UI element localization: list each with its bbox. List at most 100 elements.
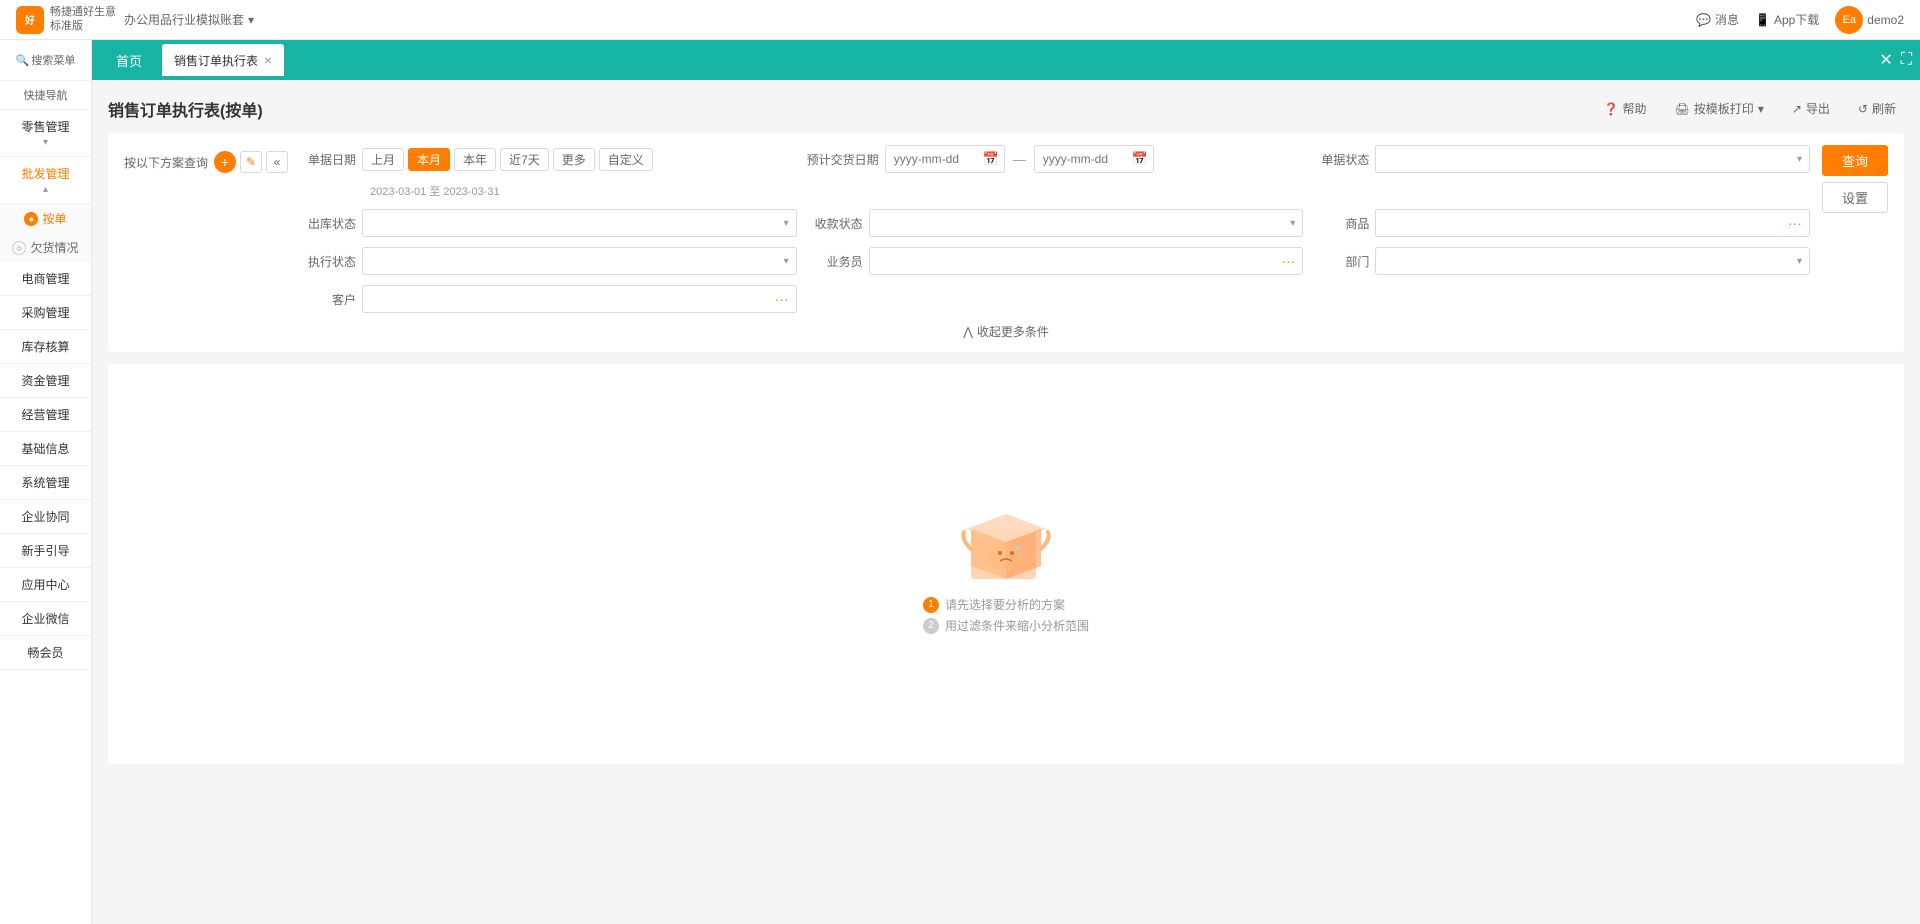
start-date-wrapper: 📅: [885, 145, 1005, 173]
empty-steps: 1 请先选择要分析的方案 2 用过滤条件来缩小分析范围: [923, 596, 1089, 634]
tab-close-icon[interactable]: ×: [264, 53, 272, 67]
refresh-btn[interactable]: ↺ 刷新: [1850, 96, 1904, 121]
date-btn-7days[interactable]: 近7天: [500, 148, 549, 171]
filter-goods: 商品 ···: [1313, 209, 1810, 237]
debt-icon: ○: [12, 241, 26, 255]
customer-input[interactable]: [362, 285, 797, 313]
sidebar-search[interactable]: 🔍 搜索菜单: [0, 40, 91, 81]
collapse-more-btn[interactable]: ⋀ 收起更多条件: [963, 323, 1049, 340]
execution-select[interactable]: [362, 247, 797, 275]
date-options: 上月 本月 本年 近7天 更多 自定义: [362, 148, 797, 171]
industry-selector[interactable]: 办公用品行业模拟账套 ▾: [124, 11, 254, 28]
tab-bar-right: ✕ ⛶: [1879, 50, 1912, 70]
data-area: 1 请先选择要分析的方案 2 用过滤条件来缩小分析范围: [108, 364, 1904, 764]
payment-select[interactable]: [869, 209, 1304, 237]
logo-text: 畅捷通好生意 标准版: [50, 6, 116, 32]
calendar-icon-2[interactable]: 📅: [1132, 151, 1148, 167]
export-btn[interactable]: ↗ 导出: [1784, 96, 1838, 121]
tab-home[interactable]: 首页: [100, 40, 158, 80]
filter-salesperson: 业务员 ···: [807, 247, 1304, 275]
filter-payment-status: 收款状态 ▾: [807, 209, 1304, 237]
customer-input-wrapper: ···: [362, 285, 797, 313]
logo-area: 好 畅捷通好生意 标准版: [16, 6, 116, 34]
collapse-sidebar-btn[interactable]: «: [266, 151, 288, 173]
filter-date-item: 单据日期 上月 本月 本年 近7天 更多 自定义: [300, 148, 797, 171]
date-btn-custom[interactable]: 自定义: [599, 148, 653, 171]
sidebar-item-enterprise[interactable]: 企业协同: [0, 500, 91, 534]
settings-button[interactable]: 设置: [1822, 182, 1888, 213]
messages-btn[interactable]: 💬 消息: [1696, 11, 1739, 28]
app-download-btn[interactable]: 📱 App下载: [1755, 11, 1819, 28]
sidebar-item-operations[interactable]: 经营管理: [0, 398, 91, 432]
shipment-select-wrapper: ▾: [362, 209, 797, 237]
sidebar-item-newuser[interactable]: 新手引导: [0, 534, 91, 568]
tab-bar: 首页 销售订单执行表 × ✕ ⛶: [92, 40, 1920, 80]
help-btn[interactable]: ❓ 帮助: [1596, 96, 1655, 121]
sidebar-item-system[interactable]: 系统管理: [0, 466, 91, 500]
sidebar-item-basic[interactable]: 基础信息: [0, 432, 91, 466]
add-scheme-btn[interactable]: +: [214, 151, 236, 173]
edit-scheme-btn[interactable]: ✎: [240, 151, 262, 173]
shipment-select[interactable]: [362, 209, 797, 237]
press-order-icon: ●: [24, 212, 38, 226]
date-btn-last-month[interactable]: 上月: [362, 148, 404, 171]
sidebar-sub-item-press-order[interactable]: ● 按单: [0, 204, 91, 233]
chevron-down-icon: ▾: [248, 13, 254, 27]
query-button[interactable]: 查询: [1822, 145, 1888, 176]
refresh-icon: ↺: [1858, 102, 1868, 116]
top-bar: 好 畅捷通好生意 标准版 办公用品行业模拟账套 ▾ 💬 消息 📱 App下载 E…: [0, 0, 1920, 40]
sidebar-sub-item-debt[interactable]: ○ 欠货情况: [0, 233, 91, 262]
empty-step-1: 1 请先选择要分析的方案: [923, 596, 1089, 613]
top-bar-right: 💬 消息 📱 App下载 Ea demo2: [1696, 6, 1904, 34]
filter-execution-status: 执行状态 ▾: [300, 247, 797, 275]
sidebar-sub-items: ● 按单 ○ 欠货情况: [0, 204, 91, 262]
goods-input-wrapper: ···: [1375, 209, 1810, 237]
sidebar-item-finance[interactable]: 资金管理: [0, 364, 91, 398]
more-icon[interactable]: ···: [1788, 215, 1802, 231]
search-icon: 🔍: [16, 54, 30, 67]
calendar-icon[interactable]: 📅: [983, 151, 999, 167]
sidebar-item-wholesale[interactable]: 批发管理 ▴: [0, 157, 91, 204]
sidebar-item-inventory[interactable]: 库存核算: [0, 330, 91, 364]
department-select[interactable]: [1375, 247, 1810, 275]
sidebar-item-wechat[interactable]: 企业微信: [0, 602, 91, 636]
date-btn-this-year[interactable]: 本年: [454, 148, 496, 171]
status-select-wrapper: ▾: [1375, 145, 1810, 173]
scheme-label: 按以下方案查询: [124, 154, 208, 171]
date-btn-this-month[interactable]: 本月: [408, 148, 450, 171]
date-range-inputs: 📅 — 📅: [885, 145, 1304, 173]
sidebar-item-purchase[interactable]: 采购管理: [0, 296, 91, 330]
sidebar-quick-nav[interactable]: 快捷导航: [0, 81, 91, 110]
customer-more-icon[interactable]: ···: [775, 291, 789, 307]
page-title: 销售订单执行表(按单): [108, 97, 263, 121]
print-btn[interactable]: 🖨 按模板打印 ▾: [1667, 96, 1772, 121]
sidebar-item-retail[interactable]: 零售管理 ▾: [0, 110, 91, 157]
search-menu-btn[interactable]: 🔍 搜索菜单: [8, 48, 83, 72]
step-num-1: 1: [923, 597, 939, 613]
date-range-display: 2023-03-01 至 2023-03-31: [370, 183, 500, 199]
filter-status: 单据状态 ▾: [1313, 145, 1810, 173]
main-layout: 🔍 搜索菜单 快捷导航 零售管理 ▾ 批发管理 ▴ ● 按单 ○ 欠货情况 电商…: [0, 40, 1920, 924]
user-profile[interactable]: Ea demo2: [1835, 6, 1904, 34]
salesperson-more-icon[interactable]: ···: [1281, 253, 1295, 269]
chevron-up-icon: ▴: [43, 184, 48, 195]
sidebar-item-ecommerce[interactable]: 电商管理: [0, 262, 91, 296]
filter-collapse: ⋀ 收起更多条件: [124, 317, 1888, 340]
tab-sales-order[interactable]: 销售订单执行表 ×: [162, 44, 284, 76]
salesperson-input-wrapper: ···: [869, 247, 1304, 275]
sidebar-item-apps[interactable]: 应用中心: [0, 568, 91, 602]
date-btn-more[interactable]: 更多: [553, 148, 595, 171]
empty-state: 1 请先选择要分析的方案 2 用过滤条件来缩小分析范围: [923, 494, 1089, 634]
goods-input[interactable]: [1375, 209, 1810, 237]
status-select[interactable]: [1375, 145, 1810, 173]
payment-select-wrapper: ▾: [869, 209, 1304, 237]
sidebar-item-member[interactable]: 畅会员: [0, 636, 91, 670]
maximize-icon[interactable]: ⛶: [1901, 51, 1912, 69]
step-num-2: 2: [923, 618, 939, 634]
avatar: Ea: [1835, 6, 1863, 34]
salesperson-input[interactable]: [869, 247, 1304, 275]
sidebar: 🔍 搜索菜单 快捷导航 零售管理 ▾ 批发管理 ▴ ● 按单 ○ 欠货情况 电商…: [0, 40, 92, 924]
filter-shipment-status: 出库状态 ▾: [300, 209, 797, 237]
execution-select-wrapper: ▾: [362, 247, 797, 275]
minimize-icon[interactable]: ✕: [1879, 50, 1892, 70]
